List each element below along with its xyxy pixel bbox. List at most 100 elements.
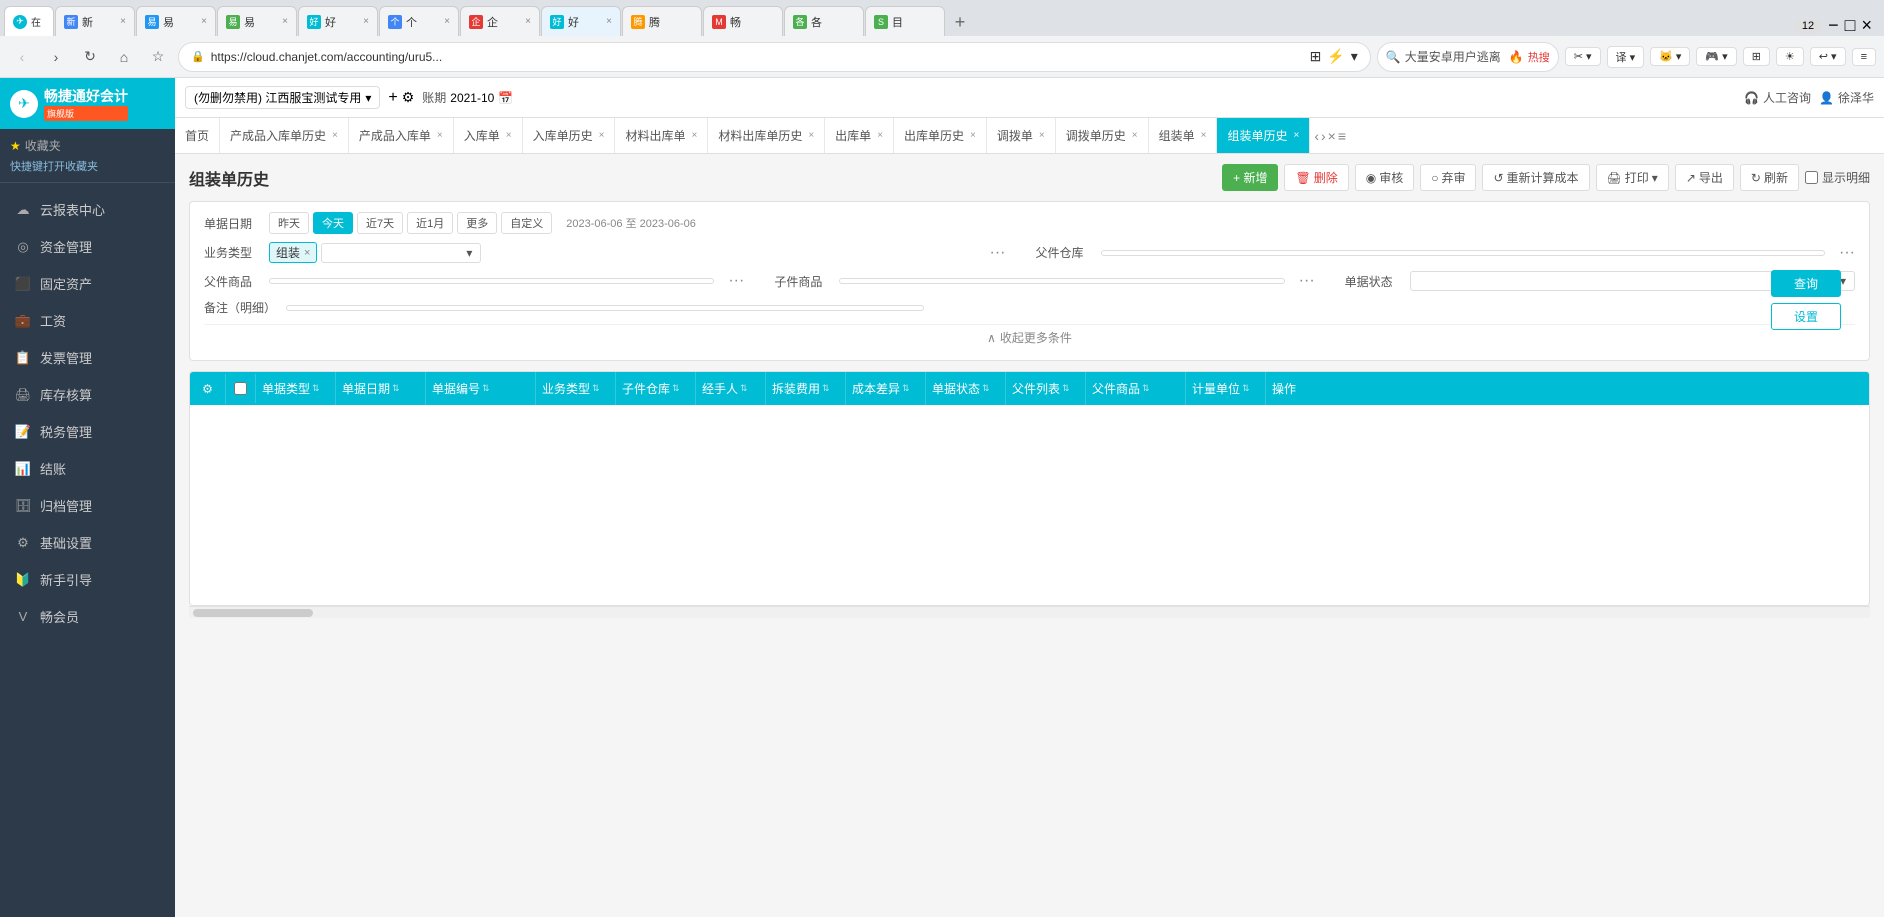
- parent-goods-input[interactable]: [269, 278, 714, 284]
- browser-tab-6[interactable]: 企 企 ×: [460, 6, 540, 36]
- notes-input[interactable]: [286, 305, 924, 311]
- th-child-wh[interactable]: 子件仓库 ⇅: [616, 372, 696, 405]
- sidebar-item-guide[interactable]: 🔰 新手引导: [0, 561, 175, 598]
- biz-type-tag-remove[interactable]: ×: [304, 247, 310, 259]
- biz-type-more[interactable]: ···: [990, 244, 1006, 262]
- calendar-icon[interactable]: 📅: [498, 91, 513, 105]
- url-bar[interactable]: 🔒 https://cloud.chanjet.com/accounting/u…: [178, 42, 1371, 72]
- print-button[interactable]: 🖨 打印 ▾: [1596, 164, 1669, 191]
- delete-button[interactable]: 🗑 删除: [1284, 164, 1348, 191]
- date-btn-1month[interactable]: 近1月: [407, 212, 453, 234]
- minimize-button[interactable]: −: [1828, 15, 1839, 36]
- sidebar-item-inventory[interactable]: 🖨 库存核算: [0, 376, 175, 413]
- sidebar-item-fund[interactable]: ◎ 资金管理: [0, 228, 175, 265]
- th-checkbox[interactable]: [226, 374, 256, 403]
- parent-wh-input[interactable]: [1101, 250, 1826, 256]
- child-goods-input[interactable]: [839, 278, 1284, 284]
- sidebar-item-basic[interactable]: ⚙ 基础设置: [0, 524, 175, 561]
- bookmark-button[interactable]: ☆: [144, 43, 172, 71]
- th-disassemble-fee[interactable]: 拆装费用 ⇅: [766, 372, 846, 405]
- browser-tab-2[interactable]: 易 易 ×: [136, 6, 216, 36]
- tabs-next-arrow[interactable]: ›: [1321, 128, 1326, 144]
- th-order-type[interactable]: 单据类型 ⇅: [256, 372, 336, 405]
- tab-kit[interactable]: 组装单 ×: [1149, 118, 1218, 154]
- show-detail-input[interactable]: [1805, 171, 1818, 184]
- close-button[interactable]: ×: [1861, 15, 1872, 36]
- sun-icon-btn[interactable]: ☀: [1776, 47, 1804, 66]
- add-icon[interactable]: +: [388, 89, 397, 107]
- sidebar-item-salary[interactable]: 💼 工资: [0, 302, 175, 339]
- browser-tab-9[interactable]: M 畅: [703, 6, 783, 36]
- tab-assemble[interactable]: 调拨单 ×: [987, 118, 1056, 154]
- date-btn-today[interactable]: 今天: [313, 212, 353, 234]
- tab-assemble-close[interactable]: ×: [1039, 130, 1045, 141]
- favorites-link[interactable]: 快捷键打开收藏夹: [10, 158, 165, 174]
- browser-tab-10[interactable]: 各 各: [784, 6, 864, 36]
- tab-in-history[interactable]: 入库单历史 ×: [523, 118, 616, 154]
- show-detail-checkbox[interactable]: 显示明细: [1805, 169, 1870, 186]
- tab-out[interactable]: 出库单 ×: [825, 118, 894, 154]
- grid-icon-btn[interactable]: ⊞: [1743, 47, 1770, 66]
- tab-in-history-close[interactable]: ×: [599, 130, 605, 141]
- tabs-more-icon[interactable]: ≡: [1338, 128, 1346, 144]
- browser-tab-4[interactable]: 好 好 ×: [298, 6, 378, 36]
- date-btn-custom[interactable]: 自定义: [501, 212, 552, 234]
- th-order-date[interactable]: 单据日期 ⇅: [336, 372, 426, 405]
- sidebar-item-member[interactable]: V 畅会员: [0, 598, 175, 635]
- child-goods-more[interactable]: ···: [1299, 272, 1315, 290]
- refresh-button-page[interactable]: ↻ 刷新: [1740, 164, 1799, 191]
- add-button[interactable]: + 新增: [1222, 164, 1278, 191]
- th-biz-type[interactable]: 业务类型 ⇅: [536, 372, 616, 405]
- emoji-icon-btn[interactable]: 🐱 ▾: [1650, 47, 1690, 66]
- tab-out-close[interactable]: ×: [877, 130, 883, 141]
- user-profile[interactable]: 👤 徐泽华: [1819, 89, 1874, 106]
- tab-in-order[interactable]: 入库单 ×: [454, 118, 523, 154]
- tab-in-order-close[interactable]: ×: [506, 130, 512, 141]
- browser-tab-7[interactable]: 好 好 ×: [541, 6, 621, 36]
- new-tab-button[interactable]: +: [946, 8, 974, 36]
- browser-tab-8[interactable]: 腾 腾: [622, 6, 702, 36]
- scroll-thumb[interactable]: [193, 609, 313, 617]
- maximize-button[interactable]: □: [1845, 15, 1856, 36]
- sidebar-item-cloud-report[interactable]: ☁ 云报表中心: [0, 191, 175, 228]
- tab-mat-out[interactable]: 材料出库单 ×: [615, 118, 708, 154]
- tab-out-history[interactable]: 出库单历史 ×: [894, 118, 987, 154]
- sidebar-item-tax[interactable]: 📝 税务管理: [0, 413, 175, 450]
- tab-mat-out-history[interactable]: 材料出库单历史 ×: [708, 118, 825, 154]
- settings-icon[interactable]: ⚙: [402, 89, 415, 106]
- recalculate-button[interactable]: ↺ 重新计算成本: [1482, 164, 1589, 191]
- qr-icon[interactable]: ⊞: [1310, 48, 1322, 65]
- select-all-checkbox[interactable]: [234, 382, 247, 395]
- export-button[interactable]: ↗ 导出: [1675, 164, 1734, 191]
- forward-button[interactable]: ›: [42, 43, 70, 71]
- audit-button[interactable]: ◉ 审核: [1355, 164, 1415, 191]
- abandon-button[interactable]: ○ 弃审: [1420, 164, 1476, 191]
- tab-prod-history[interactable]: 产成品入库单历史 ×: [220, 118, 349, 154]
- search-bar[interactable]: 🔍 大量安卓用户逃离 🔥 热搜: [1377, 42, 1559, 72]
- browser-home-tab[interactable]: ✈ 在: [4, 6, 54, 36]
- tab-prod-in-close[interactable]: ×: [437, 130, 443, 141]
- cut-icon-btn[interactable]: ✂ ▾: [1565, 47, 1601, 66]
- collapse-row[interactable]: ∧ 收起更多条件: [204, 324, 1855, 350]
- lightning-icon[interactable]: ⚡: [1327, 48, 1344, 65]
- game-icon-btn[interactable]: 🎮 ▾: [1696, 47, 1736, 66]
- date-btn-more[interactable]: 更多: [457, 212, 497, 234]
- biz-type-dropdown[interactable]: ▾: [321, 243, 481, 263]
- home-button[interactable]: ⌂: [110, 43, 138, 71]
- url-dropdown-icon[interactable]: ▾: [1351, 48, 1358, 65]
- company-selector[interactable]: (勿删勿禁用) 江西服宝测试专用 ▾: [185, 86, 380, 109]
- browser-tab-3[interactable]: 易 易 ×: [217, 6, 297, 36]
- tab-mat-out-close[interactable]: ×: [691, 130, 697, 141]
- browser-tab-5[interactable]: 个 个 ×: [379, 6, 459, 36]
- query-button[interactable]: 查询: [1771, 270, 1841, 297]
- browser-tab-1[interactable]: 新 新 ×: [55, 6, 135, 36]
- tab-prod-in[interactable]: 产成品入库单 ×: [349, 118, 454, 154]
- tab-out-history-close[interactable]: ×: [970, 130, 976, 141]
- th-handler[interactable]: 经手人 ⇅: [696, 372, 766, 405]
- tab-mat-out-history-close[interactable]: ×: [808, 130, 814, 141]
- th-order-number[interactable]: 单据编号 ⇅: [426, 372, 536, 405]
- refresh-button[interactable]: ↻: [76, 43, 104, 71]
- sidebar-item-invoice[interactable]: 📋 发票管理: [0, 339, 175, 376]
- sidebar-item-archive[interactable]: 🗄 归档管理: [0, 487, 175, 524]
- tab-prod-history-close[interactable]: ×: [332, 130, 338, 141]
